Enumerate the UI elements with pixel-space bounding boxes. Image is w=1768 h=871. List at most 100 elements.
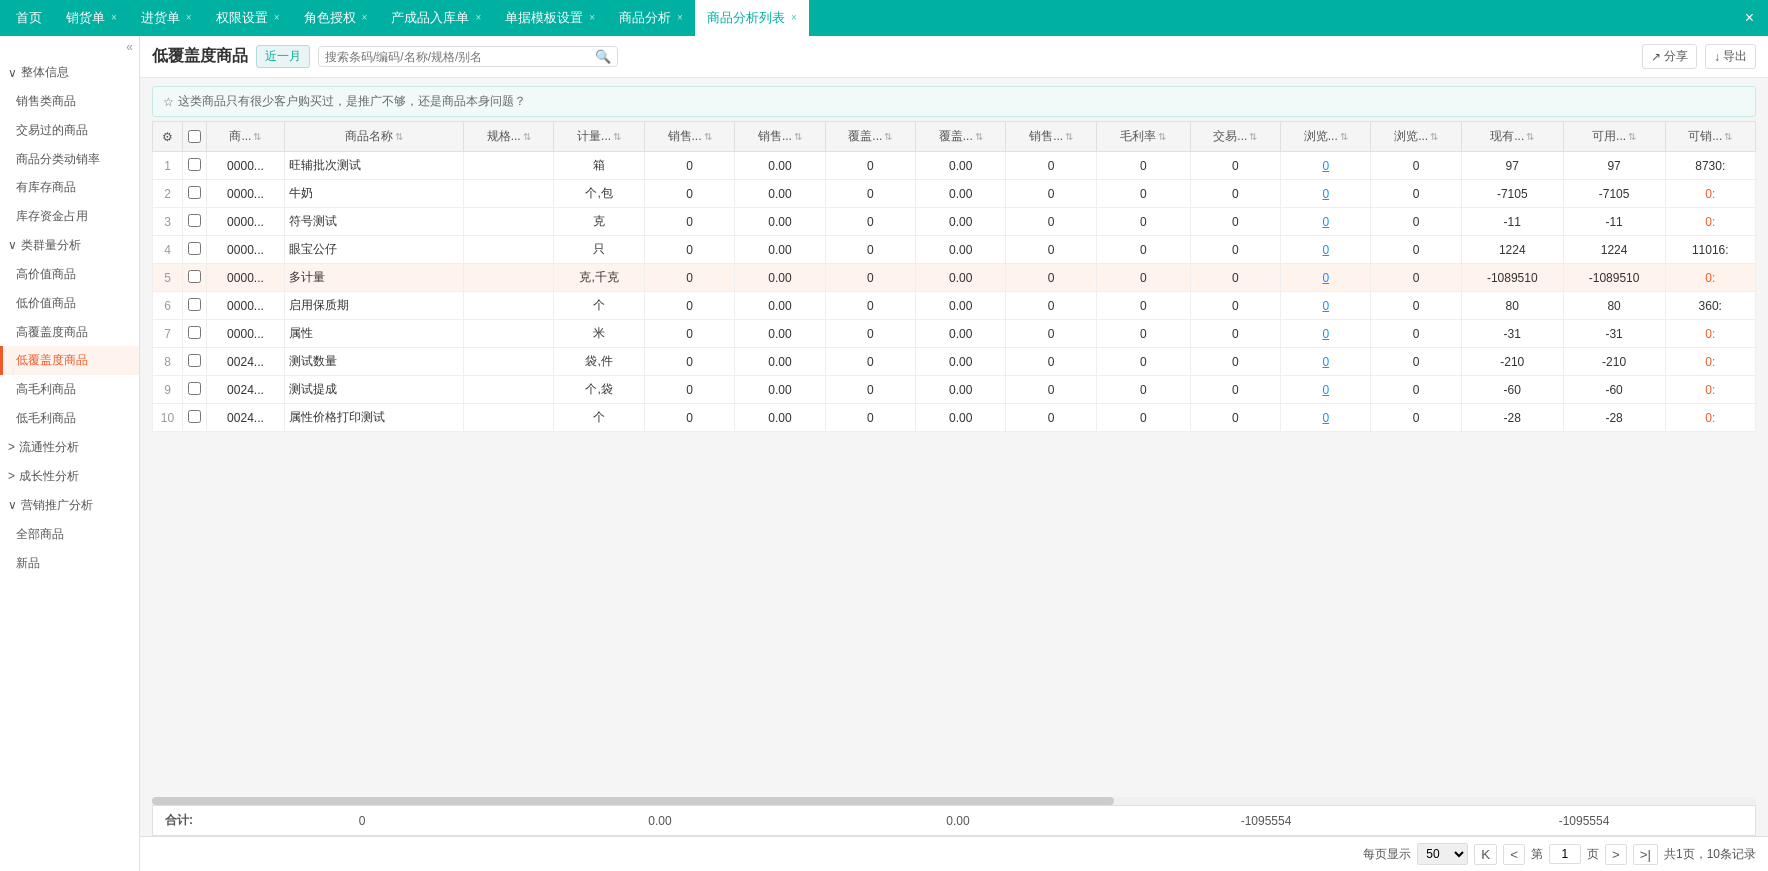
col-sales1[interactable]: 销售...⇅: [644, 122, 734, 152]
row-checkbox-cell[interactable]: [183, 320, 207, 348]
browse-count[interactable]: 0: [1281, 320, 1371, 348]
browse-count[interactable]: 0: [1281, 404, 1371, 432]
row-checkbox[interactable]: [188, 382, 201, 395]
scrollbar-thumb[interactable]: [152, 797, 1114, 805]
row-checkbox[interactable]: [188, 354, 201, 367]
nav-home[interactable]: 首页: [4, 0, 54, 36]
sidebar-item-inventory-capital[interactable]: 库存资金占用: [0, 202, 139, 231]
col-browse2[interactable]: 浏览...⇅: [1371, 122, 1461, 152]
select-all-checkbox[interactable]: [188, 130, 201, 143]
browse-count[interactable]: 0: [1281, 376, 1371, 404]
window-close-button[interactable]: ×: [1735, 9, 1764, 27]
row-checkbox-cell[interactable]: [183, 264, 207, 292]
sidebar-item-high-value[interactable]: 高价值商品: [0, 260, 139, 289]
close-icon[interactable]: ×: [475, 0, 481, 36]
first-page-button[interactable]: K: [1474, 844, 1497, 865]
browse-count[interactable]: 0: [1281, 152, 1371, 180]
sidebar-item-low-margin[interactable]: 低毛利商品: [0, 404, 139, 433]
row-checkbox-cell[interactable]: [183, 180, 207, 208]
sidebar-item-new-products[interactable]: 新品: [0, 549, 139, 578]
search-input[interactable]: [325, 50, 591, 64]
col-cover1[interactable]: 覆盖...⇅: [825, 122, 915, 152]
row-checkbox[interactable]: [188, 410, 201, 423]
row-checkbox[interactable]: [188, 326, 201, 339]
filter-period-button[interactable]: 近一月: [256, 45, 310, 68]
row-checkbox[interactable]: [188, 186, 201, 199]
close-icon[interactable]: ×: [362, 0, 368, 36]
export-button[interactable]: ↓ 导出: [1705, 44, 1756, 69]
browse-count[interactable]: 0: [1281, 348, 1371, 376]
row-checkbox-cell[interactable]: [183, 152, 207, 180]
nav-product-inbound[interactable]: 产成品入库单 ×: [379, 0, 493, 36]
page-number-input[interactable]: [1549, 844, 1581, 864]
sidebar-item-low-coverage[interactable]: 低覆盖度商品: [0, 346, 139, 375]
sidebar-item-category-turnover[interactable]: 商品分类动销率: [0, 145, 139, 174]
sidebar-item-sales-products[interactable]: 销售类商品: [0, 87, 139, 116]
close-icon[interactable]: ×: [111, 0, 117, 36]
sidebar-section-growth[interactable]: > 成长性分析: [0, 462, 139, 491]
close-icon[interactable]: ×: [791, 0, 797, 36]
sidebar-section-liquidity[interactable]: > 流通性分析: [0, 433, 139, 462]
last-page-button[interactable]: >|: [1633, 844, 1658, 865]
nav-product-analysis[interactable]: 商品分析 ×: [607, 0, 695, 36]
row-checkbox[interactable]: [188, 214, 201, 227]
sidebar-item-all-products[interactable]: 全部商品: [0, 520, 139, 549]
nav-role-auth[interactable]: 角色授权 ×: [292, 0, 380, 36]
close-icon[interactable]: ×: [274, 0, 280, 36]
col-available[interactable]: 可用...⇅: [1563, 122, 1665, 152]
sidebar-section-marketing[interactable]: ∨ 营销推广分析: [0, 491, 139, 520]
sidebar-item-high-coverage[interactable]: 高覆盖度商品: [0, 318, 139, 347]
col-transaction[interactable]: 交易...⇅: [1190, 122, 1280, 152]
nav-purchase-order[interactable]: 进货单 ×: [129, 0, 204, 36]
sidebar-item-high-margin[interactable]: 高毛利商品: [0, 375, 139, 404]
col-unit[interactable]: 计量...⇅: [554, 122, 644, 152]
close-icon[interactable]: ×: [589, 0, 595, 36]
col-cover2[interactable]: 覆盖...⇅: [916, 122, 1006, 152]
row-checkbox-cell[interactable]: [183, 376, 207, 404]
close-icon[interactable]: ×: [677, 0, 683, 36]
col-browse1[interactable]: 浏览...⇅: [1281, 122, 1371, 152]
sidebar-item-low-value[interactable]: 低价值商品: [0, 289, 139, 318]
sidebar-section-overview[interactable]: ∨ 整体信息: [0, 58, 139, 87]
data-table-container[interactable]: ⚙ 商...⇅ 商品名称⇅ 规格...⇅: [152, 121, 1756, 797]
sidebar-collapse-button[interactable]: «: [0, 36, 139, 58]
col-spec[interactable]: 规格...⇅: [464, 122, 554, 152]
col-name[interactable]: 商品名称⇅: [284, 122, 463, 152]
row-checkbox[interactable]: [188, 270, 201, 283]
row-checkbox[interactable]: [188, 298, 201, 311]
col-sellable[interactable]: 可销...⇅: [1665, 122, 1756, 152]
browse-count[interactable]: 0: [1281, 236, 1371, 264]
col-settings[interactable]: ⚙: [153, 122, 183, 152]
browse-count[interactable]: 0: [1281, 208, 1371, 236]
row-checkbox-cell[interactable]: [183, 348, 207, 376]
nav-product-analysis-list[interactable]: 商品分析列表 ×: [695, 0, 809, 36]
row-checkbox-cell[interactable]: [183, 236, 207, 264]
row-checkbox[interactable]: [188, 242, 201, 255]
browse-count[interactable]: 0: [1281, 264, 1371, 292]
col-code[interactable]: 商...⇅: [207, 122, 285, 152]
prev-page-button[interactable]: <: [1503, 844, 1525, 865]
col-sales2[interactable]: 销售...⇅: [735, 122, 825, 152]
row-checkbox-cell[interactable]: [183, 404, 207, 432]
nav-template-settings[interactable]: 单据模板设置 ×: [493, 0, 607, 36]
col-current[interactable]: 现有...⇅: [1461, 122, 1563, 152]
sort-icon: ⇅: [1430, 131, 1438, 142]
per-page-select[interactable]: 50 20 100: [1417, 843, 1468, 865]
nav-permission-settings[interactable]: 权限设置 ×: [204, 0, 292, 36]
next-page-button[interactable]: >: [1605, 844, 1627, 865]
browse-count[interactable]: 0: [1281, 180, 1371, 208]
sidebar-item-in-stock[interactable]: 有库存商品: [0, 173, 139, 202]
sidebar-item-traded-products[interactable]: 交易过的商品: [0, 116, 139, 145]
col-checkbox[interactable]: [183, 122, 207, 152]
sidebar-section-cluster-analysis[interactable]: ∨ 类群量分析: [0, 231, 139, 260]
col-gross-margin[interactable]: 毛利率⇅: [1096, 122, 1190, 152]
col-sales3[interactable]: 销售...⇅: [1006, 122, 1096, 152]
row-checkbox-cell[interactable]: [183, 208, 207, 236]
row-checkbox-cell[interactable]: [183, 292, 207, 320]
share-button[interactable]: ↗ 分享: [1642, 44, 1697, 69]
row-checkbox[interactable]: [188, 158, 201, 171]
nav-sales-order[interactable]: 销货单 ×: [54, 0, 129, 36]
horizontal-scrollbar[interactable]: [152, 797, 1756, 805]
browse-count[interactable]: 0: [1281, 292, 1371, 320]
close-icon[interactable]: ×: [186, 0, 192, 36]
